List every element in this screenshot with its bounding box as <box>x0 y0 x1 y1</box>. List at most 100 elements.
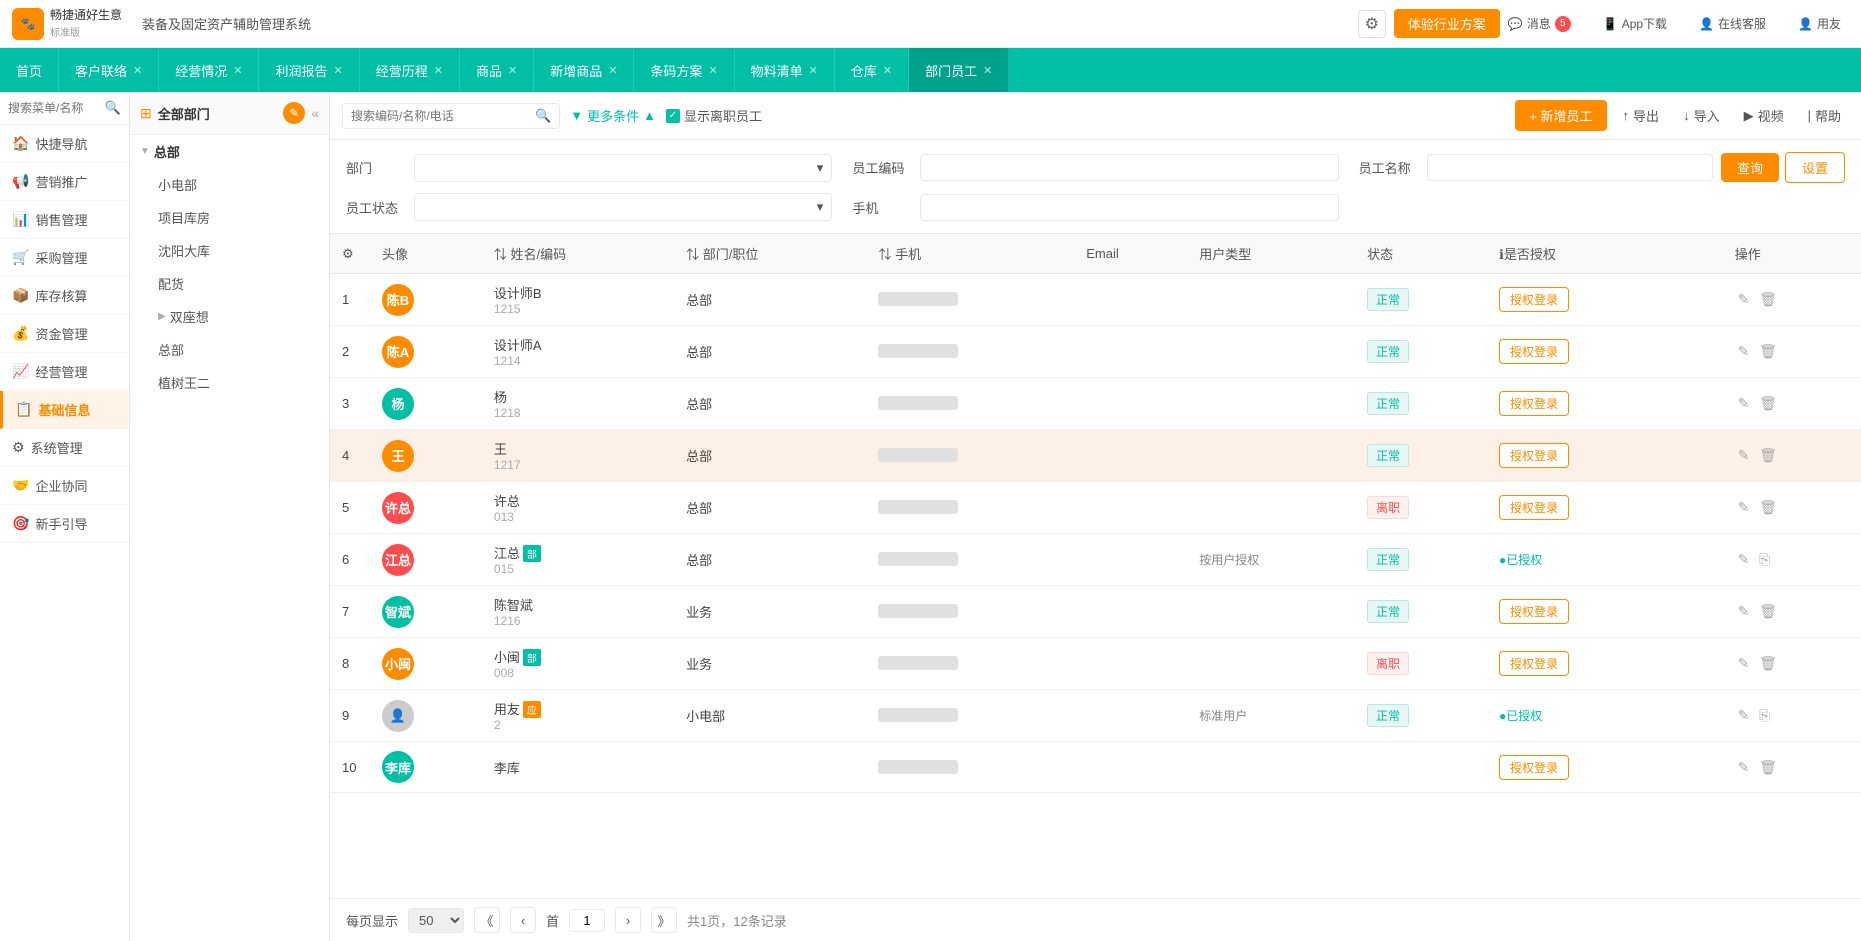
nav-tab-operation[interactable]: 经营情况 ✕ <box>159 48 259 92</box>
first-page-button[interactable]: 《 <box>474 907 500 933</box>
delete-icon[interactable]: 🗑 <box>1756 603 1780 619</box>
employee-code-input[interactable] <box>920 154 1338 181</box>
add-employee-button[interactable]: + 新增员工 <box>1515 100 1606 131</box>
tree-node-project[interactable]: 项目库房 <box>130 201 329 234</box>
tree-node-shenyang[interactable]: 沈阳大库 <box>130 234 329 267</box>
delete-icon[interactable]: 🗑 <box>1756 343 1780 359</box>
view-button[interactable]: ▶ 视频 <box>1736 102 1792 129</box>
tree-node-zongbu-child[interactable]: 总部 <box>130 333 329 366</box>
auth-button[interactable]: 授权登录 <box>1499 339 1569 364</box>
employee-name-input[interactable] <box>1427 154 1713 181</box>
nav-tab-profit[interactable]: 利润报告 ✕ <box>259 48 359 92</box>
nav-tab-barcode[interactable]: 条码方案 ✕ <box>634 48 734 92</box>
sidebar-item-inventory[interactable]: 📦 库存核算 <box>0 277 129 315</box>
trial-button[interactable]: 体验行业方案 <box>1394 9 1500 38</box>
delete-icon[interactable]: 🗑 <box>1756 499 1780 515</box>
delete-icon[interactable]: 🗑 <box>1756 291 1780 307</box>
nav-tab-operation-close[interactable]: ✕ <box>233 64 242 77</box>
sidebar-item-system[interactable]: ⚙ 系统管理 <box>0 429 129 467</box>
edit-icon[interactable]: ✎ <box>1735 291 1753 307</box>
sidebar-item-basic[interactable]: 📋 基础信息 <box>0 391 129 429</box>
nav-tab-profit-close[interactable]: ✕ <box>334 64 343 77</box>
edit-icon[interactable]: ✎ <box>1735 707 1753 723</box>
phone-input[interactable] <box>920 194 1338 221</box>
auth-button[interactable]: 授权登录 <box>1499 287 1569 312</box>
edit-icon[interactable]: ✎ <box>1735 499 1753 515</box>
col-dept[interactable]: ⇅ 部门/职位 <box>674 234 866 274</box>
prev-page-button[interactable]: ‹ <box>510 907 536 933</box>
sidebar-item-quicknav[interactable]: 🏠 快捷导航 <box>0 125 129 163</box>
edit-icon[interactable]: ✎ <box>1735 343 1753 359</box>
nav-tab-add-goods[interactable]: 新增商品 ✕ <box>534 48 634 92</box>
search-input[interactable] <box>351 109 531 123</box>
tree-node-zongbu-group[interactable]: ▼ 总部 <box>130 135 329 168</box>
sidebar-item-finance[interactable]: 💰 资金管理 <box>0 315 129 353</box>
col-settings[interactable]: ⚙ <box>330 234 370 274</box>
nav-tab-bom[interactable]: 物料清单 ✕ <box>735 48 835 92</box>
delete-icon[interactable]: 🗑 <box>1756 447 1780 463</box>
status-select[interactable]: ▾ <box>414 193 832 221</box>
edit-icon[interactable]: ✎ <box>1735 759 1753 775</box>
last-page-button[interactable]: 》 <box>651 907 677 933</box>
nav-tab-warehouse[interactable]: 仓库 ✕ <box>835 48 909 92</box>
tree-edit-button[interactable]: ✎ <box>283 102 305 124</box>
user-button[interactable]: 👤 用友 <box>1790 11 1849 36</box>
auth-button[interactable]: 授权登录 <box>1499 495 1569 520</box>
nav-tab-barcode-close[interactable]: ✕ <box>708 64 717 77</box>
nav-tab-customer[interactable]: 客户联络 ✕ <box>59 48 159 92</box>
edit-icon[interactable]: ✎ <box>1735 655 1753 671</box>
copy-icon[interactable]: ⎘ <box>1756 707 1773 723</box>
nav-tab-employee[interactable]: 部门员工 ✕ <box>909 48 1009 92</box>
export-button[interactable]: ↑ 导出 <box>1615 102 1668 129</box>
app-download-button[interactable]: 📱 App下载 <box>1595 11 1675 36</box>
nav-tab-home[interactable]: 首页 <box>0 48 59 92</box>
sidebar-item-marketing[interactable]: 📢 营销推广 <box>0 163 129 201</box>
auth-button[interactable]: 授权登录 <box>1499 599 1569 624</box>
show-resigned-toggle[interactable]: ✓ 显示离职员工 <box>666 106 762 125</box>
sidebar-item-purchase[interactable]: 🛒 采购管理 <box>0 239 129 277</box>
set-button[interactable]: 设置 <box>1785 152 1845 183</box>
nav-tab-history-close[interactable]: ✕ <box>434 64 443 77</box>
nav-tab-warehouse-close[interactable]: ✕ <box>883 64 892 77</box>
next-page-button[interactable]: › <box>615 907 641 933</box>
tree-node-zhushu[interactable]: 植树王二 <box>130 366 329 399</box>
col-phone[interactable]: ⇅ 手机 <box>866 234 1074 274</box>
tree-node-peihuo[interactable]: 配货 <box>130 267 329 300</box>
nav-tab-employee-close[interactable]: ✕ <box>983 64 992 77</box>
more-filter-button[interactable]: ▼ 更多条件 ▲ <box>570 106 656 125</box>
online-service-button[interactable]: 👤 在线客服 <box>1691 11 1774 36</box>
sidebar-item-guide[interactable]: 🎯 新手引导 <box>0 505 129 543</box>
nav-tab-goods[interactable]: 商品 ✕ <box>460 48 534 92</box>
import-button[interactable]: ↓ 导入 <box>1675 102 1728 129</box>
nav-tab-goods-close[interactable]: ✕ <box>508 64 517 77</box>
copy-icon[interactable]: ⎘ <box>1756 551 1773 567</box>
help-button[interactable]: | 帮助 <box>1800 102 1849 129</box>
tree-collapse-button[interactable]: « <box>311 105 319 121</box>
col-name[interactable]: ⇅ 姓名/编码 <box>482 234 674 274</box>
nav-tab-history[interactable]: 经营历程 ✕ <box>360 48 460 92</box>
edit-icon[interactable]: ✎ <box>1735 551 1753 567</box>
sidebar-search-input[interactable] <box>8 101 101 115</box>
edit-icon[interactable]: ✎ <box>1735 603 1753 619</box>
query-button[interactable]: 查询 <box>1721 153 1779 182</box>
nav-tab-bom-close[interactable]: ✕ <box>809 64 818 77</box>
nav-tab-customer-close[interactable]: ✕ <box>133 64 142 77</box>
auth-button[interactable]: 授权登录 <box>1499 391 1569 416</box>
auth-button[interactable]: 授权登录 <box>1499 651 1569 676</box>
gear-button[interactable]: ⚙ <box>1358 10 1386 38</box>
delete-icon[interactable]: 🗑 <box>1756 655 1780 671</box>
auth-button[interactable]: 授权登录 <box>1499 755 1569 780</box>
nav-tab-add-goods-close[interactable]: ✕ <box>608 64 617 77</box>
page-number-input[interactable] <box>569 909 605 932</box>
edit-icon[interactable]: ✎ <box>1735 395 1753 411</box>
sidebar-item-collab[interactable]: 🤝 企业协同 <box>0 467 129 505</box>
tree-node-xiaodibu[interactable]: 小电部 <box>130 168 329 201</box>
auth-button[interactable]: 授权登录 <box>1499 443 1569 468</box>
message-button[interactable]: 💬 消息 5 <box>1500 11 1579 36</box>
sidebar-item-business[interactable]: 📈 经营管理 <box>0 353 129 391</box>
delete-icon[interactable]: 🗑 <box>1756 395 1780 411</box>
edit-icon[interactable]: ✎ <box>1735 447 1753 463</box>
page-size-select[interactable]: 50 20 100 <box>408 908 464 933</box>
tree-node-shuangzuo[interactable]: ▶ 双座想 <box>130 300 329 333</box>
delete-icon[interactable]: 🗑 <box>1756 759 1780 775</box>
